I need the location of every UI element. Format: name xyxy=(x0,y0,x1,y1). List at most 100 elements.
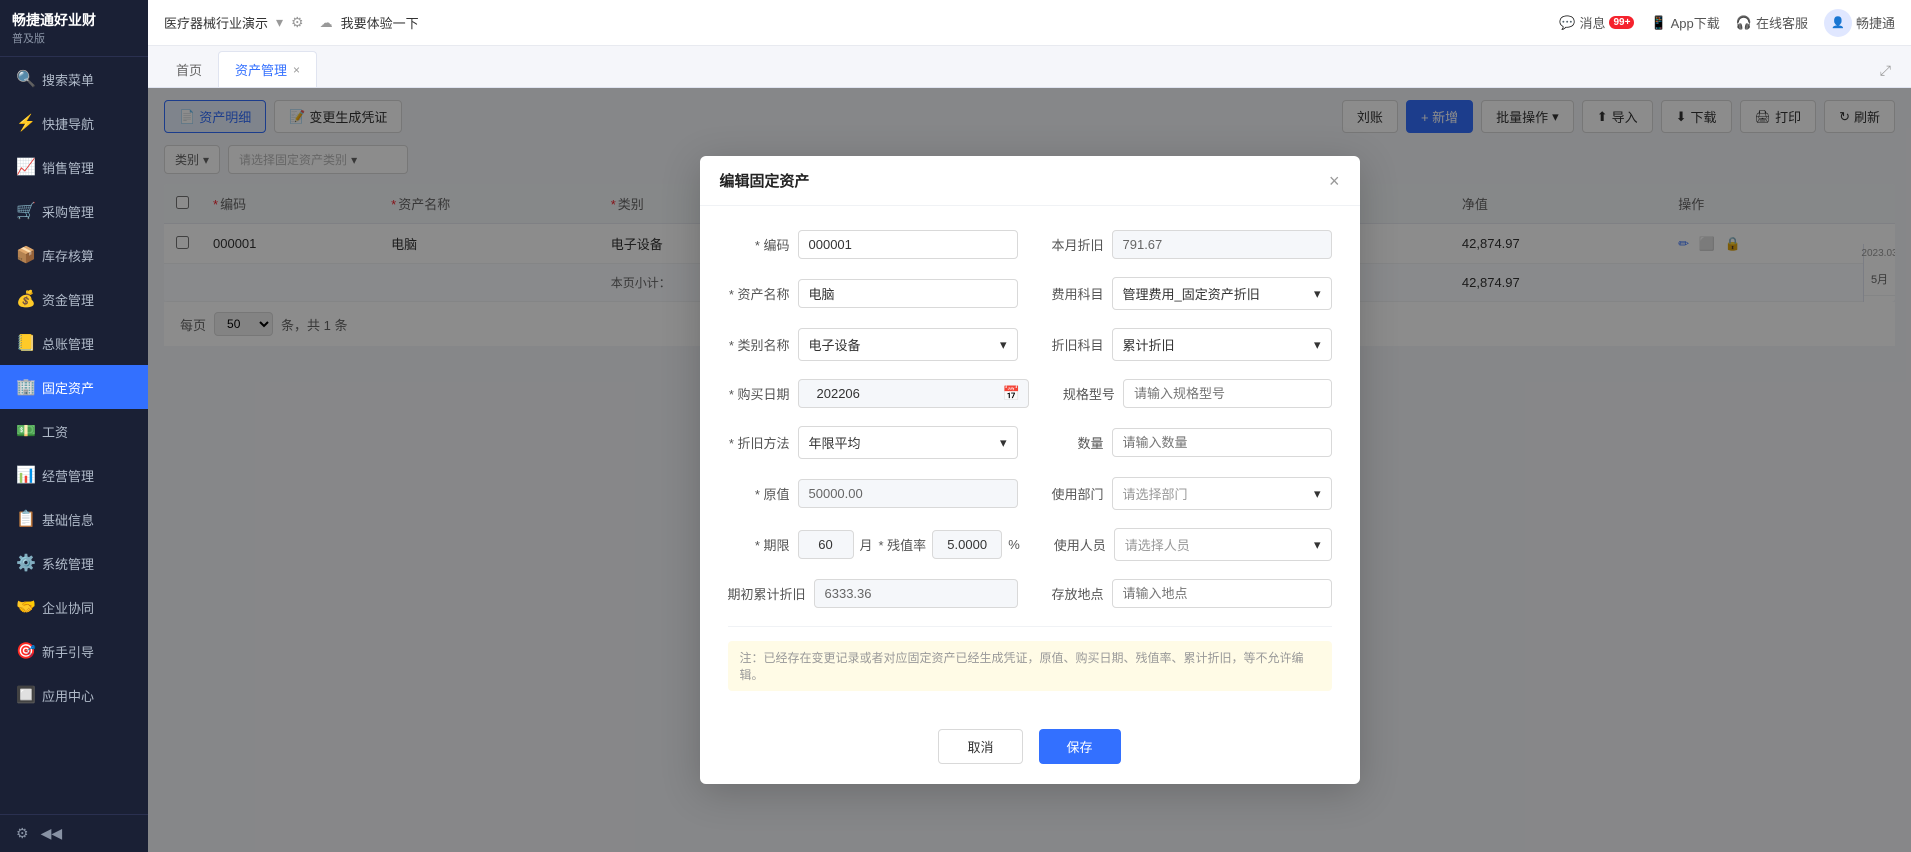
field-dep-method: * 折旧方法 年限平均 ▾ xyxy=(728,426,1018,459)
sidebar-item-inventory[interactable]: 📦 库存核算 xyxy=(0,233,148,277)
user-select[interactable]: 请选择人员 ▾ xyxy=(1114,528,1332,561)
expense-account-select[interactable]: 管理费用_固定资产折旧 ▾ xyxy=(1112,277,1332,310)
field-code: * 编码 xyxy=(728,230,1018,259)
modal-body: * 编码 本月折旧 * 资产名称 xyxy=(700,206,1360,715)
main-area: 医疗器械行业演示 ▾ ⚙ ☁ 我要体验一下 💬 消息 99+ 📱 App下载 🎧 xyxy=(148,0,1911,852)
sidebar-item-operations[interactable]: 📊 经营管理 xyxy=(0,453,148,497)
dep-method-select[interactable]: 年限平均 ▾ xyxy=(798,426,1018,459)
tab-asset-label: 资产管理 xyxy=(235,60,287,79)
settings-gear-icon[interactable]: ⚙ xyxy=(291,14,304,31)
field-department: 使用部门 请选择部门 ▾ xyxy=(1042,477,1332,510)
sidebar-item-enterprise[interactable]: 🤝 企业协同 xyxy=(0,585,148,629)
init-dep-input[interactable] xyxy=(814,579,1018,608)
operations-icon: 📊 xyxy=(16,465,34,485)
storage-input[interactable] xyxy=(1112,579,1332,608)
dep-account-select[interactable]: 累计折旧 ▾ xyxy=(1112,328,1332,361)
sidebar-label-sales: 销售管理 xyxy=(42,158,94,177)
tab-home-label: 首页 xyxy=(176,60,202,79)
modal-close-button[interactable]: × xyxy=(1329,172,1340,190)
sales-icon: 📈 xyxy=(16,157,34,177)
sidebar-label-basic-info: 基础信息 xyxy=(42,510,94,529)
search-icon: 🔍 xyxy=(16,69,34,89)
sidebar-item-app-center[interactable]: 🔲 应用中心 xyxy=(0,673,148,717)
experience-text[interactable]: 我要体验一下 xyxy=(341,13,419,32)
sidebar-label-system: 系统管理 xyxy=(42,554,94,573)
expense-account-value: 管理费用_固定资产折旧 xyxy=(1123,284,1260,303)
category-value: 电子设备 xyxy=(809,335,861,354)
payroll-icon: 💵 xyxy=(16,421,34,441)
fund-icon: 💰 xyxy=(16,289,34,309)
sidebar-item-purchase[interactable]: 🛒 采购管理 xyxy=(0,189,148,233)
purchase-date-input[interactable] xyxy=(807,380,1003,407)
period-unit: 月 xyxy=(860,535,873,554)
quantity-input[interactable] xyxy=(1112,428,1332,457)
purchase-icon: 🛒 xyxy=(16,201,34,221)
dep-account-label: 折旧科目 xyxy=(1042,335,1112,354)
category-label: * 类别名称 xyxy=(728,335,798,354)
sidebar-item-payroll[interactable]: 💵 工资 xyxy=(0,409,148,453)
dropdown-icon[interactable]: ▾ xyxy=(276,14,283,31)
calendar-icon[interactable]: 📅 xyxy=(1003,385,1020,402)
collapse-icon[interactable]: ◀◀ xyxy=(41,825,63,842)
field-user: 使用人员 请选择人员 ▾ xyxy=(1044,528,1332,561)
tab-asset-management[interactable]: 资产管理 × xyxy=(218,51,317,87)
modal-row-3: * 类别名称 电子设备 ▾ 折旧科目 累计折旧 ▾ xyxy=(728,328,1332,361)
modal-row-2: * 资产名称 费用科目 管理费用_固定资产折旧 ▾ xyxy=(728,277,1332,310)
sidebar-item-ledger[interactable]: 📒 总账管理 xyxy=(0,321,148,365)
tabbar: 首页 资产管理 × ⤢ xyxy=(148,46,1911,88)
inventory-icon: 📦 xyxy=(16,245,34,265)
asset-name-input[interactable] xyxy=(798,279,1018,308)
sidebar-label-new-user: 新手引导 xyxy=(42,642,94,661)
storage-label: 存放地点 xyxy=(1042,584,1112,603)
sidebar-item-fixed-assets[interactable]: 🏢 固定资产 xyxy=(0,365,148,409)
modal-title: 编辑固定资产 xyxy=(720,170,810,191)
period-label: * 期限 xyxy=(728,535,798,554)
category-select[interactable]: 电子设备 ▾ xyxy=(798,328,1018,361)
message-button[interactable]: 💬 消息 99+ xyxy=(1559,13,1634,32)
sidebar-label-fixed-assets: 固定资产 xyxy=(42,378,94,397)
sidebar-bottom: ⚙ ◀◀ xyxy=(0,814,148,852)
field-storage: 存放地点 xyxy=(1042,579,1332,608)
modal-row-4: * 购买日期 📅 规格型号 xyxy=(728,379,1332,408)
department-chevron: ▾ xyxy=(1314,486,1321,502)
tab-home[interactable]: 首页 xyxy=(160,52,218,87)
tab-expand-icon[interactable]: ⤢ xyxy=(1872,54,1899,87)
settings-icon[interactable]: ⚙ xyxy=(16,825,29,842)
original-value-input[interactable] xyxy=(798,479,1018,508)
sidebar-item-fund[interactable]: 💰 资金管理 xyxy=(0,277,148,321)
category-chevron: ▾ xyxy=(1000,337,1007,353)
department-placeholder: 请选择部门 xyxy=(1123,484,1188,503)
period-group: 月 * 残值率 % xyxy=(798,530,1020,559)
modal-header: 编辑固定资产 × xyxy=(700,156,1360,206)
modal-footer: 取消 保存 xyxy=(700,715,1360,784)
service-icon: 🎧 xyxy=(1736,15,1752,31)
sidebar-item-new-user[interactable]: 🎯 新手引导 xyxy=(0,629,148,673)
spec-model-input[interactable] xyxy=(1123,379,1332,408)
cancel-button[interactable]: 取消 xyxy=(938,729,1022,764)
period-input[interactable] xyxy=(798,530,854,559)
user-profile[interactable]: 👤 畅捷通 xyxy=(1824,9,1895,37)
content-area: 📄 资产明细 📝 变更生成凭证 刘账 + 新增 xyxy=(148,88,1911,852)
ledger-icon: 📒 xyxy=(16,333,34,353)
app-download-button[interactable]: 📱 App下载 xyxy=(1650,13,1719,32)
field-spec-model: 规格型号 xyxy=(1053,379,1332,408)
quick-nav-icon: ⚡ xyxy=(16,113,34,133)
modal-row-8: 期初累计折旧 存放地点 xyxy=(728,579,1332,608)
save-button[interactable]: 保存 xyxy=(1039,729,1121,764)
sidebar-item-quick-nav[interactable]: ⚡ 快捷导航 xyxy=(0,101,148,145)
service-button[interactable]: 🎧 在线客服 xyxy=(1736,13,1808,32)
residual-rate-input[interactable] xyxy=(932,530,1002,559)
field-original-value: * 原值 xyxy=(728,477,1018,510)
monthly-dep-input[interactable] xyxy=(1112,230,1332,259)
sidebar-label-purchase: 采购管理 xyxy=(42,202,94,221)
dep-account-chevron: ▾ xyxy=(1314,337,1321,353)
new-user-icon: 🎯 xyxy=(16,641,34,661)
sidebar-item-system[interactable]: ⚙️ 系统管理 xyxy=(0,541,148,585)
sidebar-item-sales[interactable]: 📈 销售管理 xyxy=(0,145,148,189)
department-select[interactable]: 请选择部门 ▾ xyxy=(1112,477,1332,510)
field-init-dep: 期初累计折旧 xyxy=(728,579,1018,608)
code-input[interactable] xyxy=(798,230,1018,259)
tab-close-icon[interactable]: × xyxy=(293,63,300,77)
sidebar-item-basic-info[interactable]: 📋 基础信息 xyxy=(0,497,148,541)
sidebar-item-search[interactable]: 🔍 搜索菜单 xyxy=(0,57,148,101)
